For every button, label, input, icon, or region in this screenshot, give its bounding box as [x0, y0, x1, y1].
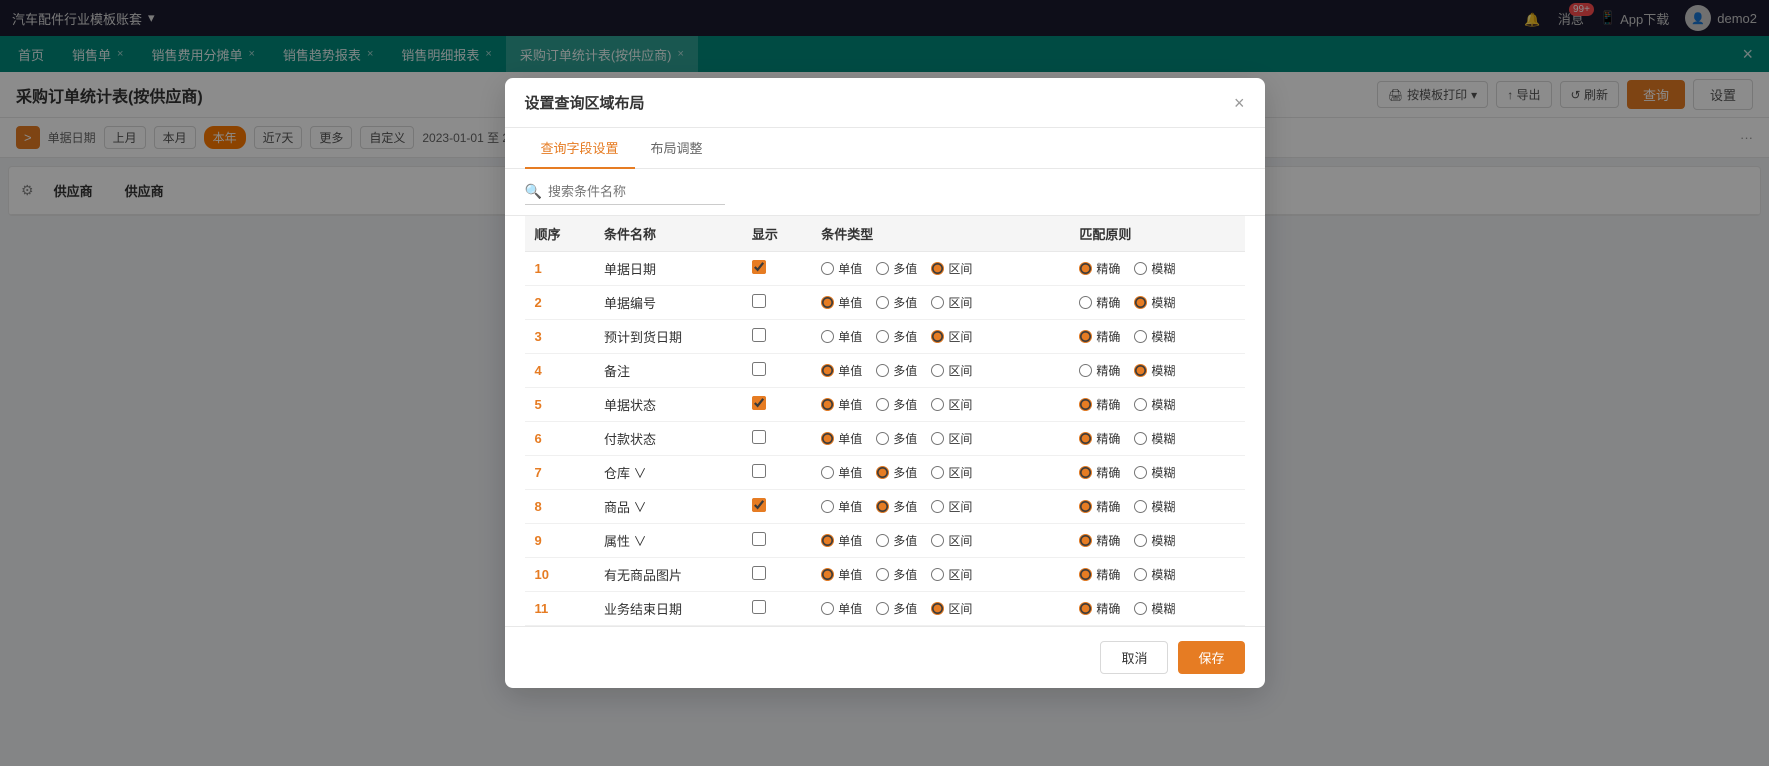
modal-table: 顺序 条件名称 显示 条件类型 匹配原则 1单据日期单值多值区间精确模糊2单据编… [505, 216, 1265, 626]
checkbox-7[interactable] [752, 498, 766, 512]
row-type-9[interactable]: 单值多值区间 [811, 558, 1069, 592]
col-match: 匹配原则 [1069, 216, 1244, 252]
row-checkbox-0[interactable] [742, 252, 811, 286]
row-order-8: 9 [525, 524, 594, 558]
row-type-3[interactable]: 单值多值区间 [811, 354, 1069, 388]
row-name-9: 有无商品图片 [594, 558, 742, 592]
row-order-6: 7 [525, 456, 594, 490]
col-name: 条件名称 [594, 216, 742, 252]
row-order-2: 3 [525, 320, 594, 354]
row-type-5[interactable]: 单值多值区间 [811, 422, 1069, 456]
row-order-4: 5 [525, 388, 594, 422]
modal-close-button[interactable]: × [1234, 94, 1245, 112]
row-checkbox-7[interactable] [742, 490, 811, 524]
row-checkbox-1[interactable] [742, 286, 811, 320]
row-match-2[interactable]: 精确模糊 [1069, 320, 1244, 354]
row-match-9[interactable]: 精确模糊 [1069, 558, 1244, 592]
checkbox-8[interactable] [752, 532, 766, 546]
row-order-7: 8 [525, 490, 594, 524]
table-row: 8商品 ∨ 单值多值区间精确模糊 [525, 490, 1245, 524]
row-match-5[interactable]: 精确模糊 [1069, 422, 1244, 456]
row-match-1[interactable]: 精确模糊 [1069, 286, 1244, 320]
row-checkbox-9[interactable] [742, 558, 811, 592]
table-row: 1单据日期 单值多值区间精确模糊 [525, 252, 1245, 286]
row-type-10[interactable]: 单值多值区间 [811, 592, 1069, 626]
row-type-2[interactable]: 单值多值区间 [811, 320, 1069, 354]
row-checkbox-8[interactable] [742, 524, 811, 558]
modal-header: 设置查询区域布局 × [505, 78, 1265, 128]
row-checkbox-10[interactable] [742, 592, 811, 626]
table-row: 2单据编号 单值多值区间精确模糊 [525, 286, 1245, 320]
modal-tabs: 查询字段设置 布局调整 [505, 128, 1265, 169]
modal-search-area: 🔍 [505, 169, 1265, 216]
row-order-5: 6 [525, 422, 594, 456]
table-row: 4备注 单值多值区间精确模糊 [525, 354, 1245, 388]
row-name-0: 单据日期 [594, 252, 742, 286]
row-name-2: 预计到货日期 [594, 320, 742, 354]
row-name-3: 备注 [594, 354, 742, 388]
checkbox-0[interactable] [752, 260, 766, 274]
row-match-7[interactable]: 精确模糊 [1069, 490, 1244, 524]
row-type-4[interactable]: 单值多值区间 [811, 388, 1069, 422]
search-input[interactable] [548, 184, 708, 199]
row-type-6[interactable]: 单值多值区间 [811, 456, 1069, 490]
row-match-4[interactable]: 精确模糊 [1069, 388, 1244, 422]
table-row: 5单据状态 单值多值区间精确模糊 [525, 388, 1245, 422]
row-order-3: 4 [525, 354, 594, 388]
row-type-7[interactable]: 单值多值区间 [811, 490, 1069, 524]
checkbox-1[interactable] [752, 294, 766, 308]
col-type: 条件类型 [811, 216, 1069, 252]
checkbox-10[interactable] [752, 600, 766, 614]
checkbox-3[interactable] [752, 362, 766, 376]
checkbox-9[interactable] [752, 566, 766, 580]
settings-modal: 设置查询区域布局 × 查询字段设置 布局调整 🔍 顺序 条件名称 显示 [505, 78, 1265, 688]
row-checkbox-6[interactable] [742, 456, 811, 490]
checkbox-6[interactable] [752, 464, 766, 478]
row-name-10: 业务结束日期 [594, 592, 742, 626]
table-row: 9属性 ∨ 单值多值区间精确模糊 [525, 524, 1245, 558]
table-row: 10有无商品图片 单值多值区间精确模糊 [525, 558, 1245, 592]
row-type-1[interactable]: 单值多值区间 [811, 286, 1069, 320]
row-order-10: 11 [525, 592, 594, 626]
modal-title: 设置查询区域布局 [525, 92, 645, 113]
modal-tab-layout[interactable]: 布局调整 [635, 128, 719, 169]
table-row: 7仓库 ∨ 单值多值区间精确模糊 [525, 456, 1245, 490]
modal-tab-query-fields[interactable]: 查询字段设置 [525, 128, 635, 169]
row-order-1: 2 [525, 286, 594, 320]
row-checkbox-4[interactable] [742, 388, 811, 422]
checkbox-2[interactable] [752, 328, 766, 342]
row-match-8[interactable]: 精确模糊 [1069, 524, 1244, 558]
row-match-10[interactable]: 精确模糊 [1069, 592, 1244, 626]
row-type-0[interactable]: 单值多值区间 [811, 252, 1069, 286]
checkbox-4[interactable] [752, 396, 766, 410]
checkbox-5[interactable] [752, 430, 766, 444]
modal-overlay[interactable]: 设置查询区域布局 × 查询字段设置 布局调整 🔍 顺序 条件名称 显示 [0, 0, 1769, 766]
modal-footer: 取消 保存 [505, 626, 1265, 688]
row-name-8: 属性 ∨ [594, 524, 742, 558]
row-order-9: 10 [525, 558, 594, 592]
row-order-0: 1 [525, 252, 594, 286]
table-row: 3预计到货日期 单值多值区间精确模糊 [525, 320, 1245, 354]
row-checkbox-3[interactable] [742, 354, 811, 388]
row-match-0[interactable]: 精确模糊 [1069, 252, 1244, 286]
row-name-6: 仓库 ∨ [594, 456, 742, 490]
table-row: 6付款状态 单值多值区间精确模糊 [525, 422, 1245, 456]
search-icon: 🔍 [525, 183, 542, 200]
row-checkbox-5[interactable] [742, 422, 811, 456]
row-match-6[interactable]: 精确模糊 [1069, 456, 1244, 490]
col-display: 显示 [742, 216, 811, 252]
row-name-7: 商品 ∨ [594, 490, 742, 524]
row-name-1: 单据编号 [594, 286, 742, 320]
col-order: 顺序 [525, 216, 594, 252]
table-row: 11业务结束日期 单值多值区间精确模糊 [525, 592, 1245, 626]
row-checkbox-2[interactable] [742, 320, 811, 354]
row-name-5: 付款状态 [594, 422, 742, 456]
row-type-8[interactable]: 单值多值区间 [811, 524, 1069, 558]
row-match-3[interactable]: 精确模糊 [1069, 354, 1244, 388]
row-name-4: 单据状态 [594, 388, 742, 422]
cancel-button[interactable]: 取消 [1100, 641, 1168, 674]
save-button[interactable]: 保存 [1178, 641, 1244, 674]
